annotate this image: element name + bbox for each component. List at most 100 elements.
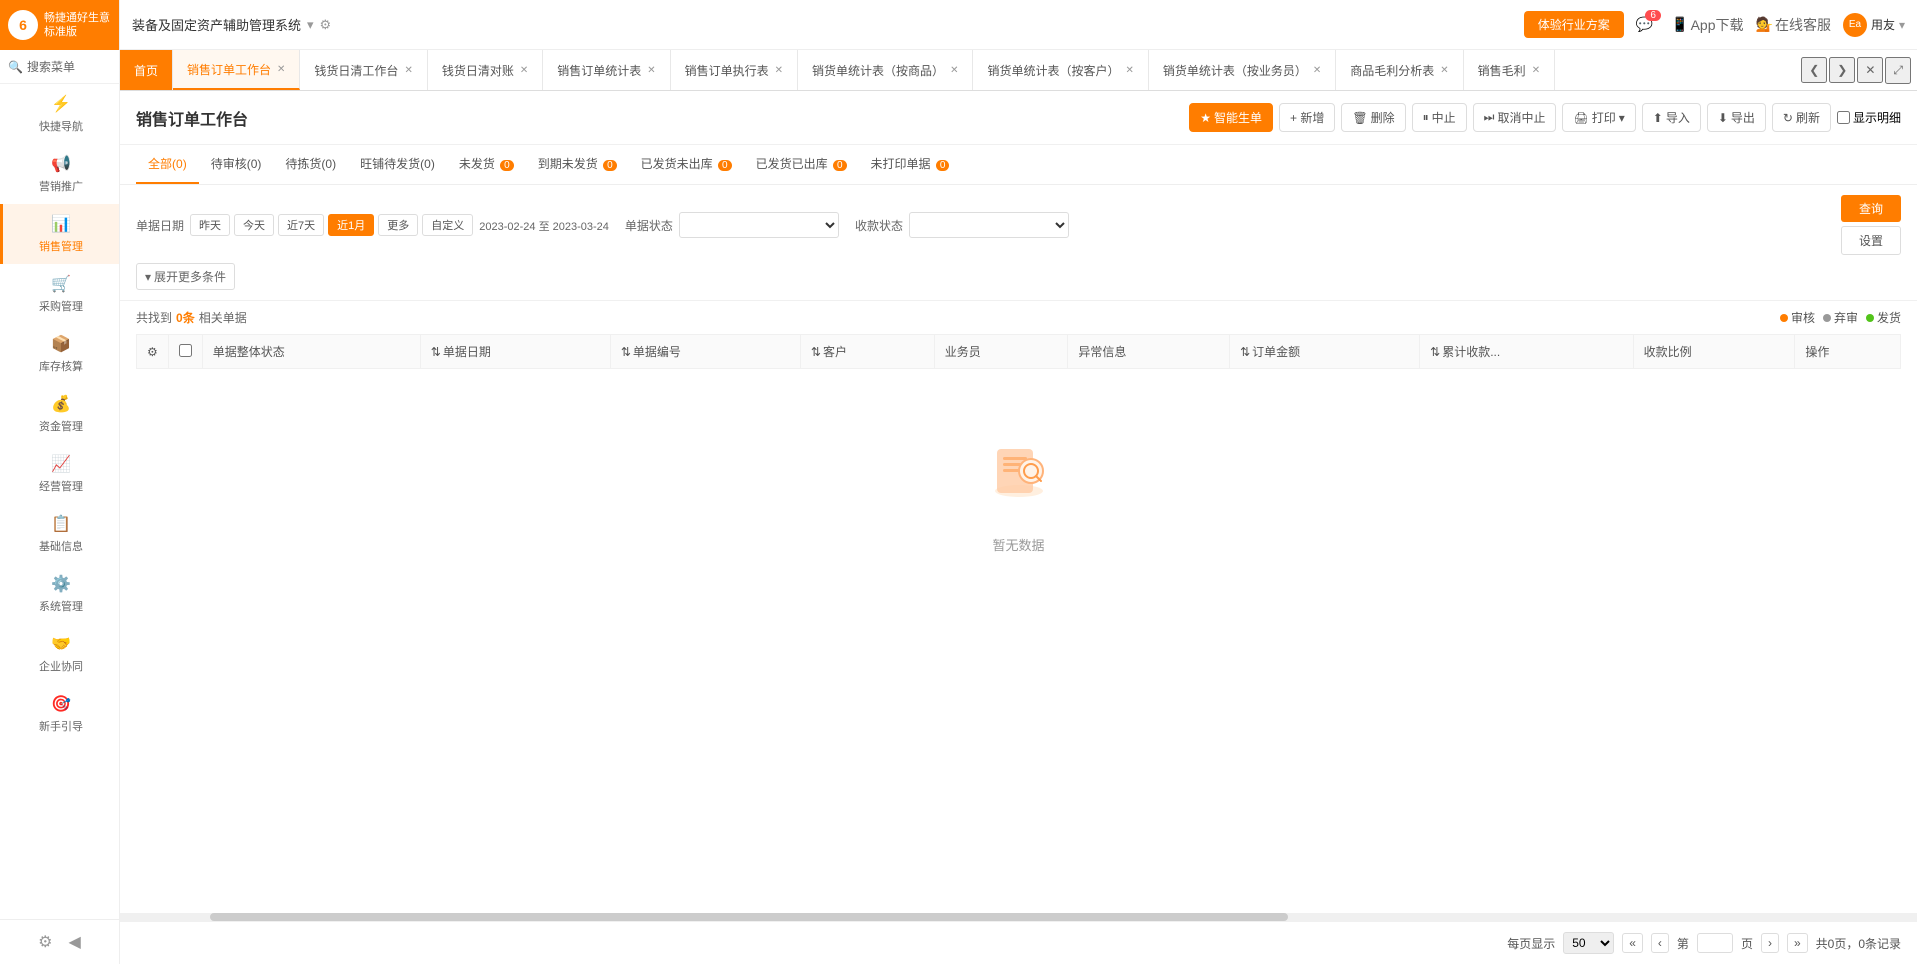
last-page-btn[interactable]: » (1787, 933, 1808, 953)
tab-scroll-right[interactable]: ❯ (1829, 57, 1855, 83)
prev-page-btn[interactable]: ‹ (1651, 933, 1669, 953)
tab-home[interactable]: 首页 (120, 50, 173, 90)
col-customer-sort[interactable]: ⇅ 客户 (811, 343, 924, 360)
col-amount-sort[interactable]: ⇅ 订单金额 (1240, 343, 1409, 360)
tab-close-sales-workbench[interactable]: ✕ (277, 64, 285, 75)
show-detail-checkbox[interactable] (1837, 111, 1850, 124)
sub-tab-shipped-out[interactable]: 已发货已出库 0 (744, 145, 859, 184)
query-btn[interactable]: 查询 (1841, 195, 1901, 222)
sidebar-item-enterprise[interactable]: 🤝 企业协同 (0, 624, 119, 684)
tab-close-all[interactable]: ✕ (1857, 57, 1883, 83)
tab-sales-profit[interactable]: 销售毛利 ✕ (1464, 50, 1555, 90)
tab-close-cash-daily[interactable]: ✕ (404, 65, 412, 76)
sidebar-item-search[interactable]: 🔍 搜索菜单 (0, 50, 119, 84)
tab-close-summary-product[interactable]: ✕ (950, 65, 958, 76)
set-btn[interactable]: 设置 (1841, 226, 1901, 255)
sidebar-item-marketing[interactable]: 📢 营销推广 (0, 144, 119, 204)
tab-close-summary-staff[interactable]: ✕ (1313, 65, 1321, 76)
col-date-sort[interactable]: ⇅ 单据日期 (431, 343, 600, 360)
sidebar-item-inventory[interactable]: 📦 库存核算 (0, 324, 119, 384)
smart-create-btn[interactable]: ★ 智能生单 (1189, 103, 1273, 132)
add-btn[interactable]: + 新增 (1279, 103, 1335, 132)
col-status-sort[interactable]: 单据整体状态 (213, 343, 410, 360)
col-salesperson-sort[interactable]: 业务员 (945, 343, 1058, 360)
sub-tab-shipped-not-out[interactable]: 已发货未出库 0 (629, 145, 744, 184)
cancel-pause-btn[interactable]: ⏭ 取消中止 (1473, 103, 1557, 132)
sub-tab-all[interactable]: 全部(0) (136, 145, 199, 184)
app-download-btn[interactable]: 📱 App下载 (1671, 15, 1743, 35)
sub-tab-wangpu[interactable]: 旺铺待发货(0) (348, 145, 447, 184)
tab-close-summary-customer[interactable]: ✕ (1125, 65, 1133, 76)
tab-close-product-margin[interactable]: ✕ (1440, 65, 1448, 76)
tab-sales-stats[interactable]: 销售订单统计表 ✕ (543, 50, 670, 90)
tab-product-margin[interactable]: 商品毛利分析表 ✕ (1336, 50, 1463, 90)
show-detail-label[interactable]: 显示明细 (1837, 109, 1901, 126)
tab-scroll-left[interactable]: ❮ (1801, 57, 1827, 83)
date-btn-custom[interactable]: 自定义 (422, 214, 473, 236)
tab-cash-reconcile[interactable]: 钱货日清对账 ✕ (428, 50, 543, 90)
sidebar-item-sales[interactable]: 📊 销售管理 (0, 204, 119, 264)
cancel-audit-action[interactable]: 弃审 (1823, 309, 1858, 326)
tab-sales-summary-product[interactable]: 销货单统计表（按商品） ✕ (798, 50, 973, 90)
tab-sales-exec[interactable]: 销售订单执行表 ✕ (671, 50, 798, 90)
sub-tab-pending-pick[interactable]: 待拣货(0) (273, 145, 348, 184)
next-page-btn[interactable]: › (1761, 933, 1779, 953)
date-btn-yesterday[interactable]: 昨天 (190, 214, 230, 236)
col-settings[interactable]: ⚙ (137, 335, 169, 369)
sub-tab-not-shipped[interactable]: 未发货 0 (447, 145, 526, 184)
col-date: ⇅ 单据日期 (420, 335, 610, 369)
user-name: 用友 (1871, 16, 1895, 33)
settings-gear-icon[interactable]: ⚙ (320, 17, 332, 33)
refresh-btn[interactable]: ↻ 刷新 (1772, 103, 1831, 132)
sub-tab-pending-audit[interactable]: 待审核(0) (199, 145, 274, 184)
sidebar-item-finance[interactable]: 💰 资金管理 (0, 384, 119, 444)
page-size-select[interactable]: 2050100 (1563, 932, 1614, 954)
experience-btn[interactable]: 体验行业方案 (1524, 11, 1624, 38)
sidebar-item-quick-nav[interactable]: ⚡ 快捷导航 (0, 84, 119, 144)
select-all-checkbox[interactable] (179, 344, 192, 357)
status-filter-select[interactable] (679, 212, 839, 238)
user-menu[interactable]: Ea 用友 ▾ (1843, 13, 1905, 37)
export-btn[interactable]: ⬇ 导出 (1707, 103, 1766, 132)
message-btn[interactable]: 💬 6 (1636, 16, 1653, 33)
tab-sales-workbench[interactable]: 销售订单工作台 ✕ (173, 50, 300, 90)
tab-close-sales-exec[interactable]: ✕ (775, 65, 783, 76)
horizontal-scrollbar[interactable] (120, 913, 1917, 921)
scrollbar-thumb[interactable] (210, 913, 1288, 921)
import-btn[interactable]: ⬆ 导入 (1642, 103, 1701, 132)
collapse-btn[interactable]: ◀ (63, 928, 87, 956)
payment-filter-select[interactable] (909, 212, 1069, 238)
delete-btn[interactable]: 🗑 删除 (1341, 103, 1405, 132)
online-service-btn[interactable]: 💁 在线客服 (1756, 15, 1831, 35)
tab-close-cash-reconcile[interactable]: ✕ (520, 65, 528, 76)
first-page-btn[interactable]: « (1622, 933, 1643, 953)
ship-action[interactable]: 发货 (1866, 309, 1901, 326)
tab-close-sales-profit[interactable]: ✕ (1532, 65, 1540, 76)
date-btn-1month[interactable]: 近1月 (328, 214, 374, 236)
col-exception-sort[interactable]: 异常信息 (1078, 343, 1219, 360)
tab-sales-summary-customer[interactable]: 销货单统计表（按客户） ✕ (973, 50, 1148, 90)
sub-tab-not-printed[interactable]: 未打印单据 0 (859, 145, 962, 184)
print-btn[interactable]: 🖨 打印 ▾ (1562, 103, 1635, 132)
sub-tab-overdue-ship[interactable]: 到期未发货 0 (526, 145, 629, 184)
tab-sales-summary-staff[interactable]: 销货单统计表（按业务员） ✕ (1149, 50, 1336, 90)
page-number-input[interactable]: 1 (1697, 933, 1733, 953)
sidebar-item-purchase[interactable]: 🛒 采购管理 (0, 264, 119, 324)
tab-fullscreen[interactable]: ⤢ (1885, 57, 1911, 84)
col-received-sort[interactable]: ⇅ 累计收款... (1430, 343, 1622, 360)
col-checkbox[interactable] (168, 335, 202, 369)
tab-cash-daily[interactable]: 钱货日清工作台 ✕ (300, 50, 427, 90)
pause-btn[interactable]: ⏸ 中止 (1412, 103, 1467, 132)
expand-filter-btn[interactable]: ▾ 展开更多条件 (136, 263, 235, 290)
sidebar-item-basic-info[interactable]: 📋 基础信息 (0, 504, 119, 564)
settings-btn[interactable]: ⚙ (32, 928, 58, 956)
sidebar-item-operations[interactable]: 📈 经营管理 (0, 444, 119, 504)
col-number-sort[interactable]: ⇅ 单据编号 (621, 343, 790, 360)
tab-close-sales-stats[interactable]: ✕ (647, 65, 655, 76)
date-btn-7days[interactable]: 近7天 (278, 214, 324, 236)
date-btn-more[interactable]: 更多 (378, 214, 418, 236)
audit-action[interactable]: 审核 (1780, 309, 1815, 326)
sidebar-item-guide[interactable]: 🎯 新手引导 (0, 684, 119, 744)
sidebar-item-system[interactable]: ⚙️ 系统管理 (0, 564, 119, 624)
date-btn-today[interactable]: 今天 (234, 214, 274, 236)
